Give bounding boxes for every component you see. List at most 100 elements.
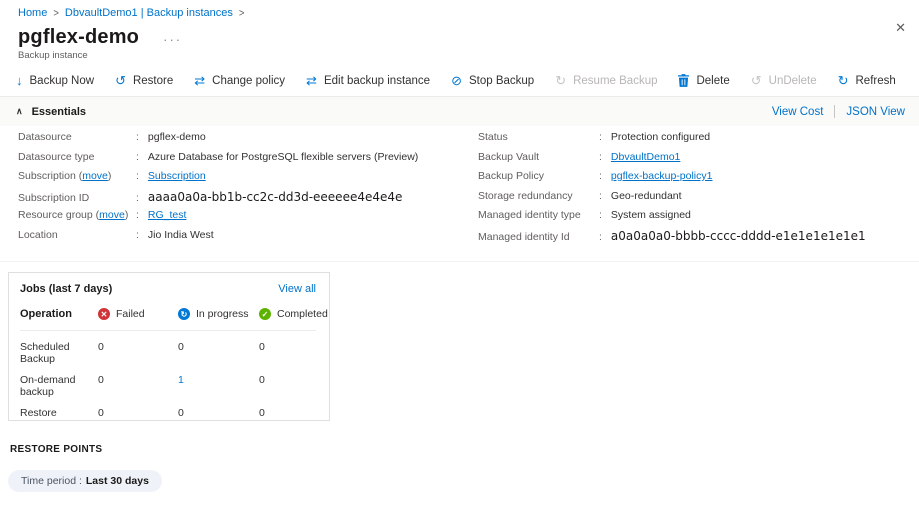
field-label: Datasource	[18, 131, 72, 143]
restore-in-progress-count: 0	[178, 406, 184, 419]
download-arrow-icon: ↓	[16, 73, 23, 88]
location-value: Jio India West	[147, 228, 214, 241]
time-period-value: Last 30 days	[85, 475, 149, 487]
managed-identity-id-value: a0a0a0a0-bbbb-cccc-dddd-e1e1e1e1e1e1	[610, 228, 866, 243]
delete-label: Delete	[696, 74, 730, 87]
restore-button[interactable]: ↺ Restore	[115, 74, 173, 87]
close-icon[interactable]: ✕	[895, 21, 906, 34]
stop-backup-button[interactable]: ⊘ Stop Backup	[451, 74, 534, 87]
view-cost-link[interactable]: View Cost	[772, 106, 824, 118]
refresh-button[interactable]: ↻ Refresh	[838, 74, 896, 87]
more-options-icon[interactable]: ···	[163, 32, 182, 47]
resource-group-link[interactable]: RG_test	[148, 209, 187, 221]
backup-policy-link[interactable]: pgflex-backup-policy1	[611, 170, 713, 182]
essentials-row-storage-redundancy: Storage redundancy : Geo-redundant	[478, 189, 682, 202]
subscription-link[interactable]: Subscription	[148, 170, 206, 182]
undelete-button[interactable]: ↺ UnDelete	[751, 74, 817, 87]
backup-now-label: Backup Now	[29, 74, 95, 87]
field-label: Status	[478, 131, 508, 143]
essentials-row-datasource: Datasource : pgflex-demo	[18, 131, 206, 143]
field-label: Subscription (move)	[18, 170, 112, 182]
time-period-filter[interactable]: Time period : Last 30 days	[8, 470, 162, 492]
edit-backup-instance-button[interactable]: ⇄ Edit backup instance	[306, 74, 430, 87]
essentials-toggle[interactable]: ∧ Essentials	[16, 106, 86, 118]
field-label: Managed identity Id	[478, 230, 570, 243]
prohibition-circle-icon: ⊘	[451, 73, 462, 88]
resume-backup-button[interactable]: ↻ Resume Backup	[555, 74, 657, 87]
datasource-type-value: Azure Database for PostgreSQL flexible s…	[147, 150, 419, 163]
completed-status-icon: ✓	[259, 308, 271, 320]
undo-arrow-icon: ↺	[115, 73, 126, 88]
trash-icon	[678, 74, 690, 87]
edit-backup-instance-label: Edit backup instance	[323, 74, 431, 87]
field-label: Managed identity type	[478, 209, 581, 221]
essentials-row-backup-policy: Backup Policy : pgflex-backup-policy1	[478, 170, 713, 182]
resume-backup-label: Resume Backup	[573, 74, 658, 87]
essentials-body: Datasource : pgflex-demo Datasource type…	[0, 126, 919, 262]
status-value: Protection configured	[610, 131, 711, 143]
essentials-row-datasource-type: Datasource type : Azure Database for Pos…	[18, 150, 419, 163]
breadcrumb-link-home[interactable]: Home	[18, 7, 47, 19]
jobs-card-title: Jobs (last 7 days)	[20, 283, 113, 295]
essentials-links: View Cost JSON View	[772, 105, 905, 118]
page-title: pgflex-demo	[18, 26, 140, 48]
scheduled-failed-count: 0	[98, 340, 104, 353]
jobs-column-operation: Operation	[20, 308, 72, 320]
jobs-row-on-demand-backup: On-demand backup 0 1 0	[20, 369, 316, 402]
json-view-link[interactable]: JSON View	[846, 106, 905, 118]
jobs-view-all-link[interactable]: View all	[278, 283, 316, 295]
delete-button[interactable]: Delete	[678, 74, 730, 87]
divider	[20, 330, 316, 331]
essentials-row-managed-identity-type: Managed identity type : System assigned	[478, 209, 691, 221]
on-demand-completed-count: 0	[259, 373, 265, 386]
in-progress-status-icon: ↻	[178, 308, 190, 320]
essentials-row-status: Status : Protection configured	[478, 131, 711, 143]
restore-label: Restore	[132, 74, 174, 87]
change-policy-button[interactable]: ⇄ Change policy	[194, 74, 285, 87]
undo-arrow-icon: ↺	[750, 73, 762, 88]
essentials-row-backup-vault: Backup Vault : DbvaultDemo1	[478, 150, 681, 163]
field-label: Location	[18, 228, 58, 241]
move-subscription-link[interactable]: move	[82, 170, 108, 182]
jobs-header-row: Operation ✕ Failed ↻ In progress ✓ Compl…	[20, 308, 328, 320]
backup-vault-link[interactable]: DbvaultDemo1	[611, 151, 680, 163]
command-toolbar: ↓ Backup Now ↺ Restore ⇄ Change policy ⇄…	[0, 64, 919, 97]
scheduled-completed-count: 0	[259, 340, 265, 353]
restore-points-heading: RESTORE POINTS	[10, 444, 103, 455]
jobs-card: Jobs (last 7 days) View all Operation ✕ …	[8, 272, 330, 421]
swap-arrows-icon: ⇄	[194, 73, 206, 88]
breadcrumb: Home > DbvaultDemo1 | Backup instances >	[0, 0, 919, 20]
essentials-row-resource-group: Resource group (move) : RG_test	[18, 209, 187, 221]
time-period-label: Time period :	[21, 475, 82, 487]
chevron-right-icon: >	[53, 6, 59, 20]
field-label: Datasource type	[18, 150, 95, 163]
page-subtitle: Backup instance	[18, 50, 88, 61]
essentials-header: ∧ Essentials View Cost JSON View	[0, 97, 919, 126]
breadcrumb-link-backup-instances[interactable]: DbvaultDemo1 | Backup instances	[65, 7, 233, 19]
backup-now-button[interactable]: ↓ Backup Now	[16, 74, 94, 87]
subscription-id-value: aaaa0a0a-bb1b-cc2c-dd3d-eeeeee4e4e4e	[147, 189, 403, 204]
vertical-divider	[834, 105, 836, 118]
chevron-right-icon: >	[238, 6, 245, 20]
on-demand-in-progress-count-link[interactable]: 1	[178, 374, 259, 398]
refresh-circle-icon: ↻	[837, 73, 849, 88]
essentials-title: Essentials	[31, 105, 87, 118]
storage-redundancy-value: Geo-redundant	[610, 189, 682, 202]
essentials-row-subscription-id: Subscription ID : aaaa0a0a-bb1b-cc2c-dd3…	[18, 189, 403, 204]
undelete-label: UnDelete	[768, 74, 817, 87]
change-policy-label: Change policy	[212, 74, 286, 87]
jobs-row-scheduled-backup: Scheduled Backup 0 0 0	[20, 336, 316, 369]
essentials-row-managed-identity-id: Managed identity Id : a0a0a0a0-bbbb-cccc…	[478, 228, 866, 243]
essentials-row-subscription: Subscription (move) : Subscription	[18, 170, 206, 182]
field-label: Resource group (move)	[18, 209, 129, 221]
on-demand-failed-count: 0	[98, 373, 104, 386]
move-resource-group-link[interactable]: move	[99, 209, 125, 221]
stop-backup-label: Stop Backup	[468, 74, 535, 87]
failed-status-icon: ✕	[98, 308, 110, 320]
essentials-right-column: Status : Protection configured Backup Va…	[478, 131, 901, 248]
essentials-left-column: Datasource : pgflex-demo Datasource type…	[18, 131, 478, 248]
refresh-label: Refresh	[855, 74, 896, 87]
scheduled-in-progress-count: 0	[178, 340, 184, 353]
jobs-column-completed: ✓ Completed	[259, 308, 328, 320]
chevron-up-icon: ∧	[16, 106, 23, 116]
